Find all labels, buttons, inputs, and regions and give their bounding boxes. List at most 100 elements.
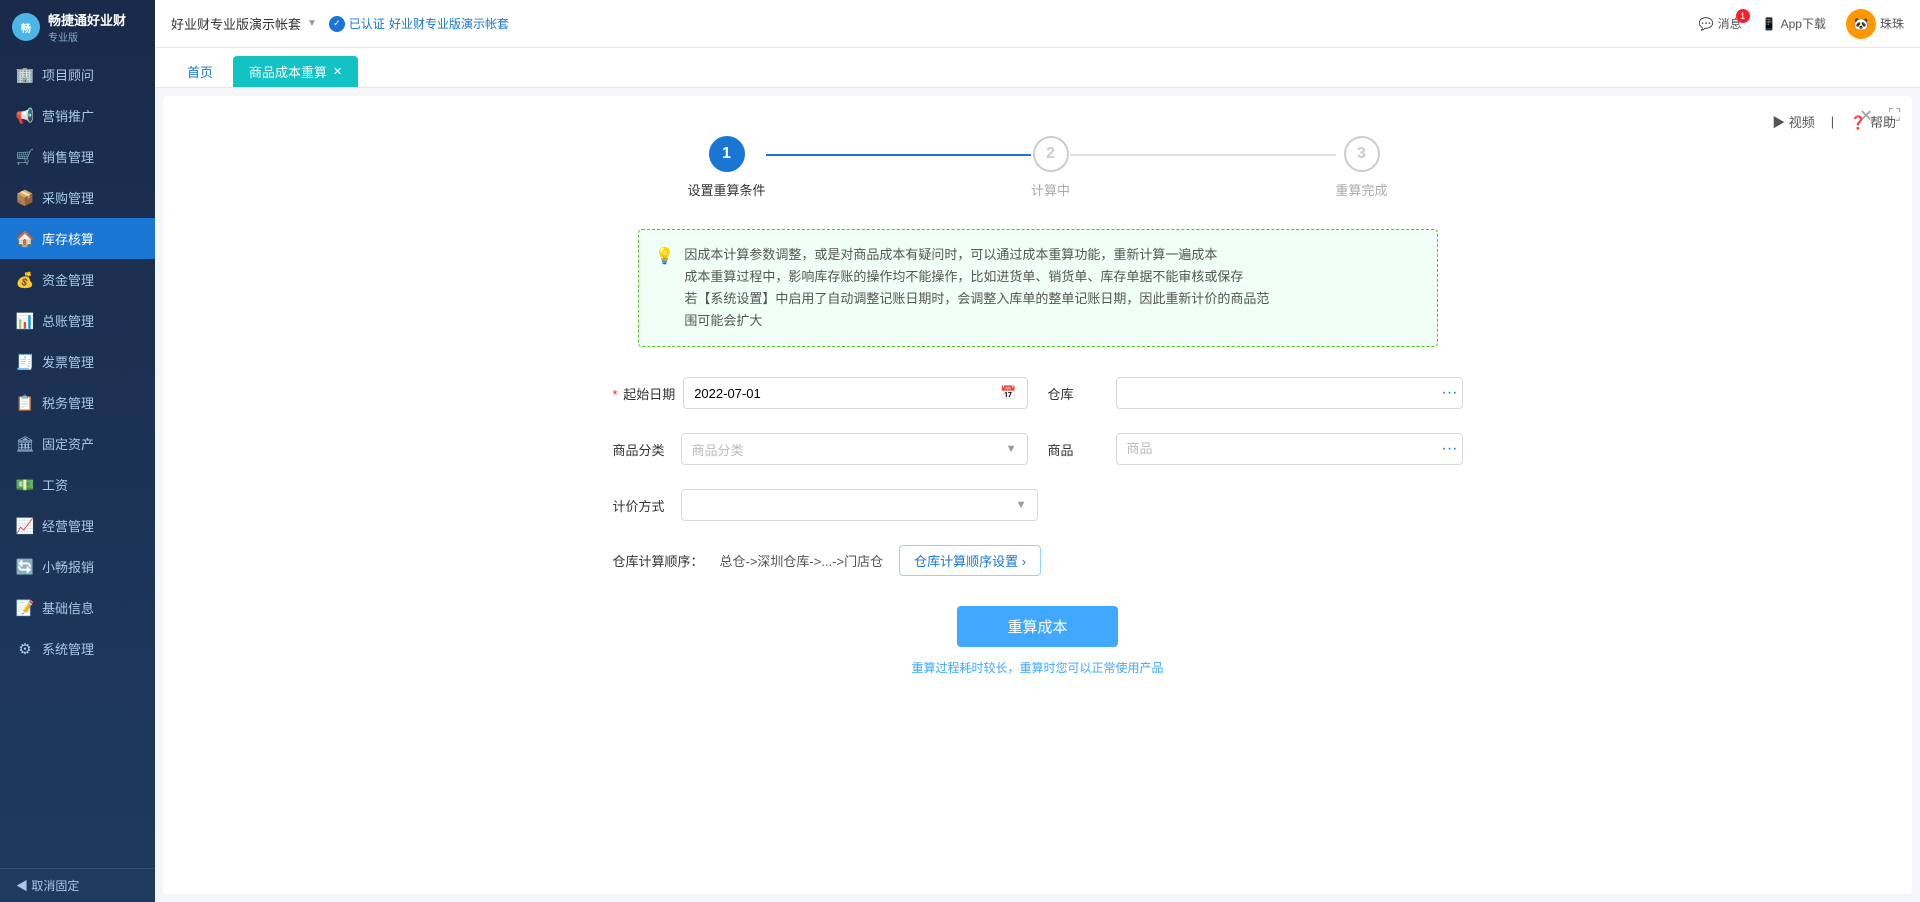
tab-cost-recalc[interactable]: 商品成本重算 ✕ bbox=[233, 56, 358, 87]
salary-icon: 💵 bbox=[16, 476, 34, 494]
sidebar: 畅 畅捷通好业财 专业版 🏢 项目顾问 📢 营销推广 🛒 销售管理 📦 采购管理… bbox=[0, 0, 155, 902]
verified-icon: ✓ bbox=[329, 16, 345, 32]
recalc-button[interactable]: 重算成本 bbox=[957, 606, 1117, 647]
sales-icon: 🛒 bbox=[16, 148, 34, 166]
recalc-section: 重算成本 重算过程耗时较长，重算时您可以正常使用产品 bbox=[613, 606, 1463, 676]
play-icon: ▶ bbox=[1772, 115, 1785, 130]
sidebar-item-basic[interactable]: 📝 基础信息 bbox=[0, 587, 155, 628]
warehouse-input-wrapper[interactable]: ··· bbox=[1116, 377, 1463, 409]
warehouse-label: 仓库 bbox=[1048, 384, 1108, 403]
inventory-icon: 🏠 bbox=[16, 230, 34, 248]
sidebar-item-label: 总账管理 bbox=[42, 311, 94, 330]
bulb-icon: 💡 bbox=[655, 246, 675, 266]
sidebar-item-label: 工资 bbox=[42, 475, 68, 494]
topbar-actions: 💬 消息 1 📱 App下载 🐼 珠珠 bbox=[1699, 9, 1904, 39]
info-text: 因成本计算参数调整，或是对商品成本有疑问时，可以通过成本重算功能，重新计算一遍成… bbox=[684, 244, 1269, 332]
info-line-4: 围可能会扩大 bbox=[684, 310, 1269, 332]
video-link[interactable]: ▶ 视频 bbox=[1772, 112, 1815, 131]
sidebar-item-label: 采购管理 bbox=[42, 188, 94, 207]
pricing-label: 计价方式 bbox=[613, 496, 673, 515]
user-name: 珠珠 bbox=[1880, 15, 1904, 32]
sidebar-item-project[interactable]: 🏢 项目顾问 bbox=[0, 54, 155, 95]
product-dots-icon[interactable]: ··· bbox=[1438, 440, 1462, 458]
marketing-icon: 📢 bbox=[16, 107, 34, 125]
app-download-label: App下载 bbox=[1781, 15, 1826, 32]
step-line-2 bbox=[1070, 154, 1335, 156]
step-3: 3 重算完成 bbox=[1336, 136, 1388, 199]
main-area: 好业财专业版演示帐套 ▼ ✓ 已认证 好业财专业版演示帐套 💬 消息 1 📱 A… bbox=[155, 0, 1920, 902]
sidebar-item-expenses[interactable]: 🔄 小畅报销 bbox=[0, 546, 155, 587]
sidebar-item-label: 资金管理 bbox=[42, 270, 94, 289]
sidebar-item-finance[interactable]: 💰 资金管理 bbox=[0, 259, 155, 300]
sidebar-item-sales[interactable]: 🛒 销售管理 bbox=[0, 136, 155, 177]
verified-badge: ✓ 已认证 好业财专业版演示帐套 bbox=[329, 15, 509, 32]
avatar: 🐼 bbox=[1846, 9, 1876, 39]
sidebar-item-purchase[interactable]: 📦 采购管理 bbox=[0, 177, 155, 218]
start-date-input-wrapper[interactable]: 📅 bbox=[683, 377, 1027, 409]
start-date-input[interactable] bbox=[684, 380, 990, 407]
category-field: 商品分类 商品分类 ▼ bbox=[613, 433, 1028, 465]
category-dropdown-icon: ▼ bbox=[1006, 443, 1017, 455]
basic-icon: 📝 bbox=[16, 599, 34, 617]
warehouse-order-settings-button[interactable]: 仓库计算顺序设置 › bbox=[899, 545, 1041, 576]
avatar-emoji: 🐼 bbox=[1854, 17, 1869, 31]
pricing-select[interactable]: ▼ bbox=[681, 489, 1038, 521]
sidebar-item-system[interactable]: ⚙ 系统管理 bbox=[0, 628, 155, 669]
tab-close-icon[interactable]: ✕ bbox=[333, 65, 342, 78]
step-line-1 bbox=[766, 154, 1031, 156]
sidebar-item-assets[interactable]: 🏛 固定资产 bbox=[0, 423, 155, 464]
sidebar-item-operations[interactable]: 📈 经营管理 bbox=[0, 505, 155, 546]
info-line-2: 成本重算过程中，影响库存账的操作均不能操作，比如进货单、销货单、库存单据不能审核… bbox=[684, 266, 1269, 288]
assets-icon: 🏛 bbox=[16, 435, 34, 453]
sidebar-item-label: 基础信息 bbox=[42, 598, 94, 617]
step-1: 1 设置重算条件 bbox=[688, 136, 766, 199]
account-dropdown-arrow: ▼ bbox=[307, 18, 317, 29]
user-avatar[interactable]: 🐼 珠珠 bbox=[1846, 9, 1904, 39]
sidebar-item-label: 销售管理 bbox=[42, 147, 94, 166]
system-icon: ⚙ bbox=[16, 640, 34, 658]
sidebar-item-label: 固定资产 bbox=[42, 434, 94, 453]
tax-icon: 📋 bbox=[16, 394, 34, 412]
warehouse-order-value: 总仓->深圳仓库->...->门店仓 bbox=[720, 551, 884, 570]
operations-icon: 📈 bbox=[16, 517, 34, 535]
step-1-circle: 1 bbox=[709, 136, 745, 172]
product-label: 商品 bbox=[1048, 440, 1108, 459]
sidebar-item-label: 发票管理 bbox=[42, 352, 94, 371]
product-input-wrapper[interactable]: 商品 ··· bbox=[1116, 433, 1463, 465]
start-date-label: * 起始日期 bbox=[613, 384, 676, 403]
help-link[interactable]: ❓ 帮助 bbox=[1850, 112, 1896, 131]
pricing-field: 计价方式 ▼ bbox=[613, 489, 1038, 521]
account-name: 好业财专业版演示帐套 bbox=[171, 14, 301, 33]
warehouse-field: 仓库 ··· bbox=[1048, 377, 1463, 409]
sidebar-item-label: 系统管理 bbox=[42, 639, 94, 658]
verified-account-name: 好业财专业版演示帐套 bbox=[389, 15, 509, 32]
step-2-label: 计算中 bbox=[1031, 180, 1070, 199]
sidebar-item-salary[interactable]: 💵 工资 bbox=[0, 464, 155, 505]
sidebar-item-marketing[interactable]: 📢 营销推广 bbox=[0, 95, 155, 136]
warehouse-dots-icon[interactable]: ··· bbox=[1438, 384, 1462, 402]
sidebar-item-label: 小畅报销 bbox=[42, 557, 94, 576]
sidebar-item-accounting[interactable]: 📊 总账管理 bbox=[0, 300, 155, 341]
sidebar-item-label: 税务管理 bbox=[42, 393, 94, 412]
unpin-sidebar-button[interactable]: ◀ 取消固定 bbox=[0, 868, 155, 902]
tab-label: 商品成本重算 bbox=[249, 62, 327, 81]
product-placeholder: 商品 bbox=[1117, 434, 1438, 464]
sidebar-item-label: 项目顾问 bbox=[42, 65, 94, 84]
step-3-label: 重算完成 bbox=[1336, 180, 1388, 199]
sidebar-item-invoice[interactable]: 🧾 发票管理 bbox=[0, 341, 155, 382]
invoice-icon: 🧾 bbox=[16, 353, 34, 371]
app-download-button[interactable]: 📱 App下载 bbox=[1762, 15, 1826, 32]
warehouse-order-row: 仓库计算顺序： 总仓->深圳仓库->...->门店仓 仓库计算顺序设置 › bbox=[613, 545, 1463, 576]
calendar-icon[interactable]: 📅 bbox=[990, 385, 1026, 401]
question-icon: ❓ bbox=[1850, 115, 1866, 130]
pricing-dropdown-icon: ▼ bbox=[1016, 499, 1027, 511]
sidebar-item-inventory[interactable]: 🏠 库存核算 bbox=[0, 218, 155, 259]
tab-home[interactable]: 首页 bbox=[171, 56, 229, 87]
category-select[interactable]: 商品分类 ▼ bbox=[681, 433, 1028, 465]
sidebar-item-tax[interactable]: 📋 税务管理 bbox=[0, 382, 155, 423]
app-edition: 专业版 bbox=[48, 29, 126, 44]
messages-button[interactable]: 💬 消息 1 bbox=[1699, 15, 1742, 32]
form-row-3: 计价方式 ▼ bbox=[613, 489, 1463, 521]
sidebar-item-label: 营销推广 bbox=[42, 106, 94, 125]
account-selector[interactable]: 好业财专业版演示帐套 ▼ bbox=[171, 14, 317, 33]
